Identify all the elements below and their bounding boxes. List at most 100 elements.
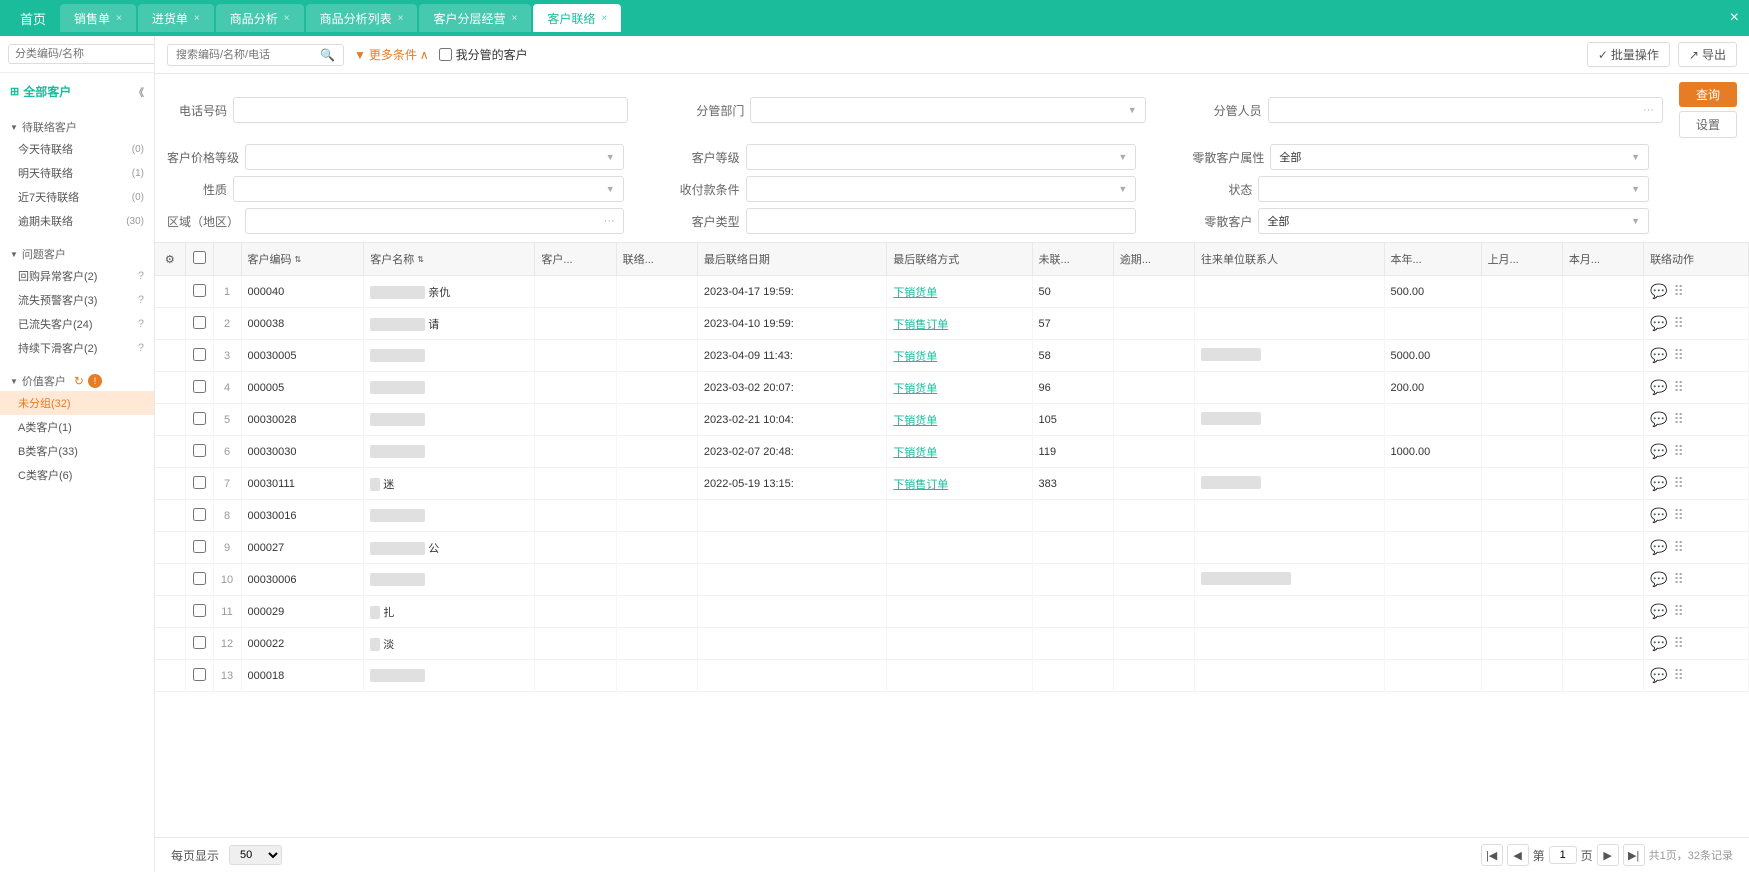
phone-input[interactable] <box>233 97 628 123</box>
close-segment-tab[interactable]: × <box>511 13 517 24</box>
row-check[interactable] <box>185 628 213 660</box>
tab-sales[interactable]: 销售单 × <box>60 4 136 32</box>
menu-icon[interactable]: ⠿ <box>1674 635 1684 652</box>
this-month-header[interactable]: 本月... <box>1562 243 1643 276</box>
row-check[interactable] <box>185 596 213 628</box>
last-month-header[interactable]: 上月... <box>1481 243 1562 276</box>
close-product-tab[interactable]: × <box>284 13 290 24</box>
row-last-way[interactable] <box>887 500 1032 532</box>
status-select[interactable]: ▼ <box>1258 176 1649 202</box>
more-conditions-btn[interactable]: ▼ 更多条件 ∧ <box>354 46 429 63</box>
menu-icon[interactable]: ⠿ <box>1674 475 1684 492</box>
sidebar-item-overdue[interactable]: 逾期未联络(30) <box>0 209 154 233</box>
last-page-btn[interactable]: ▶| <box>1623 844 1645 866</box>
nature-select[interactable]: ▼ <box>233 176 624 202</box>
select-all-checkbox[interactable] <box>193 251 206 264</box>
this-year-header[interactable]: 本年... <box>1384 243 1481 276</box>
close-sales-tab[interactable]: × <box>116 13 122 24</box>
row-check[interactable] <box>185 532 213 564</box>
row-checkbox[interactable] <box>193 316 206 329</box>
search-input[interactable] <box>176 49 316 61</box>
menu-icon[interactable]: ⠿ <box>1674 315 1684 332</box>
prev-page-btn[interactable]: ◀ <box>1507 844 1529 866</box>
tab-customer-segment[interactable]: 客户分层经营 × <box>419 4 531 32</box>
close-all-icon[interactable]: × <box>1730 9 1739 27</box>
row-last-way[interactable] <box>887 596 1032 628</box>
row-check[interactable] <box>185 340 213 372</box>
query-btn[interactable]: 查询 <box>1679 82 1737 107</box>
close-purchase-tab[interactable]: × <box>194 13 200 24</box>
customer-level-select[interactable]: ▼ <box>746 144 1137 170</box>
tab-customer-contact[interactable]: 客户联络 × <box>533 4 621 32</box>
row-last-way[interactable]: 下销售订单 <box>887 308 1032 340</box>
row-check[interactable] <box>185 436 213 468</box>
tab-product-list[interactable]: 商品分析列表 × <box>306 4 418 32</box>
menu-icon[interactable]: ⠿ <box>1674 411 1684 428</box>
sidebar-item-today[interactable]: 今天待联络(0) <box>0 137 154 161</box>
row-checkbox[interactable] <box>193 540 206 553</box>
menu-icon[interactable]: ⠿ <box>1674 379 1684 396</box>
tab-purchase[interactable]: 进货单 × <box>138 4 214 32</box>
dept-select[interactable]: ▼ <box>750 97 1145 123</box>
row-checkbox[interactable] <box>193 668 206 681</box>
row-last-way[interactable]: 下销售订单 <box>887 468 1032 500</box>
export-btn[interactable]: ↗ 导出 <box>1678 42 1737 67</box>
page-size-select[interactable]: 50 100 200 <box>229 845 282 865</box>
my-customers-checkbox[interactable]: 我分管的客户 <box>439 46 528 63</box>
type-column-header[interactable]: 客户... <box>535 243 616 276</box>
row-check[interactable] <box>185 276 213 308</box>
search-icon[interactable]: 🔍 <box>320 48 335 62</box>
chat-icon[interactable]: 💬 <box>1650 283 1667 300</box>
sidebar-item-a[interactable]: A类客户(1) <box>0 415 154 439</box>
row-checkbox[interactable] <box>193 572 206 585</box>
sidebar-item-tomorrow[interactable]: 明天待联络(1) <box>0 161 154 185</box>
chat-icon[interactable]: 💬 <box>1650 667 1667 684</box>
sidebar-item-declining[interactable]: 持续下滑客户(2) ? <box>0 336 154 360</box>
row-checkbox[interactable] <box>193 508 206 521</box>
home-tab[interactable]: 首页 <box>8 0 58 36</box>
menu-icon[interactable]: ⠿ <box>1674 539 1684 556</box>
sidebar-item-7days[interactable]: 近7天待联络(0) <box>0 185 154 209</box>
row-checkbox[interactable] <box>193 636 206 649</box>
area-select[interactable]: ··· <box>245 208 624 234</box>
row-last-way[interactable]: 下销货单 <box>887 276 1032 308</box>
sidebar-item-abnormal[interactable]: 回购异常客户(2) ? <box>0 264 154 288</box>
first-page-btn[interactable]: |◀ <box>1481 844 1503 866</box>
chat-icon[interactable]: 💬 <box>1650 603 1667 620</box>
menu-icon[interactable]: ⠿ <box>1674 603 1684 620</box>
sidebar-item-b[interactable]: B类客户(33) <box>0 439 154 463</box>
sidebar-item-c[interactable]: C类客户(6) <box>0 463 154 487</box>
row-checkbox[interactable] <box>193 348 206 361</box>
row-last-way[interactable]: 下销货单 <box>887 436 1032 468</box>
last-contact-way-header[interactable]: 最后联络方式 <box>887 243 1032 276</box>
code-column-header[interactable]: 客户编码⇅ <box>241 243 364 276</box>
row-last-way[interactable] <box>887 532 1032 564</box>
payment-select[interactable]: ▼ <box>746 176 1137 202</box>
settings-column-header[interactable]: ⚙ <box>155 243 185 276</box>
zero-customer-select[interactable]: 全部▼ <box>1258 208 1649 234</box>
menu-icon[interactable]: ⠿ <box>1674 571 1684 588</box>
contacts-header[interactable]: 往来单位联系人 <box>1195 243 1384 276</box>
value-group-label[interactable]: ▼ 价值客户 ↻ ! <box>0 368 154 391</box>
sidebar-search-input[interactable] <box>8 44 155 64</box>
chat-icon[interactable]: 💬 <box>1650 411 1667 428</box>
no-contact-header[interactable]: 未联... <box>1032 243 1113 276</box>
price-level-select[interactable]: ▼ <box>245 144 624 170</box>
row-check[interactable] <box>185 308 213 340</box>
chat-icon[interactable]: 💬 <box>1650 475 1667 492</box>
close-product-list-tab[interactable]: × <box>398 13 404 24</box>
chat-icon[interactable]: 💬 <box>1650 571 1667 588</box>
row-checkbox[interactable] <box>193 284 206 297</box>
menu-icon[interactable]: ⠿ <box>1674 443 1684 460</box>
chat-icon[interactable]: 💬 <box>1650 379 1667 396</box>
menu-icon[interactable]: ⠿ <box>1674 283 1684 300</box>
row-check[interactable] <box>185 660 213 692</box>
pending-group-label[interactable]: ▼ 待联络客户 <box>0 114 154 137</box>
chat-icon[interactable]: 💬 <box>1650 443 1667 460</box>
next-page-btn[interactable]: ▶ <box>1597 844 1619 866</box>
chat-icon[interactable]: 💬 <box>1650 539 1667 556</box>
zero-attr-select[interactable]: 全部▼ <box>1270 144 1649 170</box>
name-column-header[interactable]: 客户名称⇅ <box>364 243 535 276</box>
row-last-way[interactable]: 下销货单 <box>887 404 1032 436</box>
row-checkbox[interactable] <box>193 604 206 617</box>
